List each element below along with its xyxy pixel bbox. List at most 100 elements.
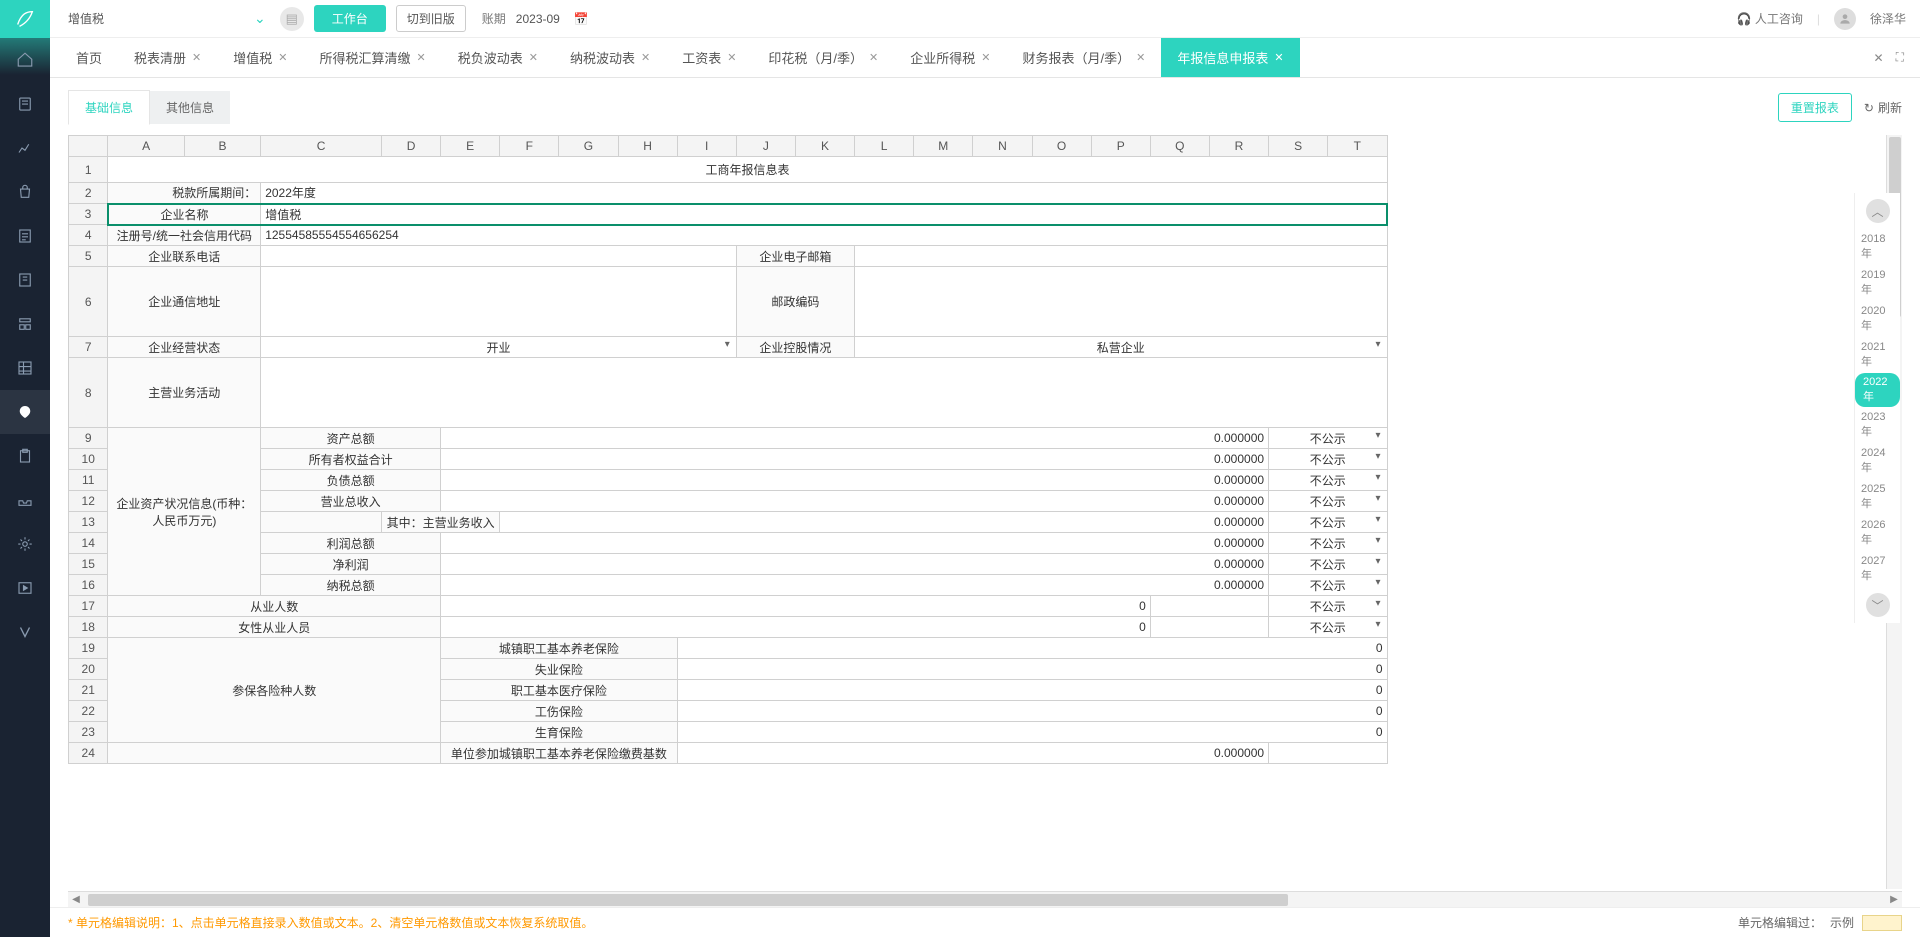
col-header-T[interactable]: T: [1328, 136, 1387, 157]
col-header-B[interactable]: B: [184, 136, 260, 157]
row-header-12[interactable]: 12: [69, 491, 108, 512]
fin-value-2[interactable]: 0.000000: [441, 470, 1269, 491]
fin-value-0[interactable]: 0.000000: [441, 428, 1269, 449]
col-header-K[interactable]: K: [795, 136, 854, 157]
year-2021年[interactable]: 2021年: [1855, 337, 1900, 373]
tab-2[interactable]: 增值税✕: [217, 38, 303, 77]
subtab-basic[interactable]: 基础信息: [68, 90, 150, 125]
row-header-8[interactable]: 8: [69, 358, 108, 428]
year-2023年[interactable]: 2023年: [1855, 407, 1900, 443]
col-header-M[interactable]: M: [914, 136, 973, 157]
reset-button[interactable]: 重置报表: [1778, 93, 1852, 122]
col-header-N[interactable]: N: [973, 136, 1032, 157]
tab-8[interactable]: 企业所得税✕: [894, 38, 1006, 77]
tab-close-icon[interactable]: ✕: [1136, 51, 1145, 64]
nav-play-icon[interactable]: [0, 566, 50, 610]
emp-blank[interactable]: [1150, 596, 1268, 617]
subtab-other[interactable]: 其他信息: [150, 91, 230, 124]
row-header-15[interactable]: 15: [69, 554, 108, 575]
year-2022年[interactable]: 2022年: [1855, 373, 1900, 407]
emp-pub[interactable]: 不公示: [1269, 596, 1387, 617]
workbench-button[interactable]: 工作台: [314, 5, 386, 32]
row-header-2[interactable]: 2: [69, 183, 108, 204]
year-2018年[interactable]: 2018年: [1855, 229, 1900, 265]
avatar[interactable]: [1834, 8, 1856, 30]
fin-pub-1[interactable]: 不公示: [1269, 449, 1387, 470]
row-header-14[interactable]: 14: [69, 533, 108, 554]
fin-value-6[interactable]: 0.000000: [441, 554, 1269, 575]
holding-select[interactable]: 私营企业: [855, 337, 1387, 358]
fin-value-5[interactable]: 0.000000: [441, 533, 1269, 554]
refresh-button[interactable]: ↻ 刷新: [1864, 99, 1902, 116]
nav-list-icon[interactable]: [0, 214, 50, 258]
row-header-17[interactable]: 17: [69, 596, 108, 617]
fin-value-1[interactable]: 0.000000: [441, 449, 1269, 470]
fin-pub-0[interactable]: 不公示: [1269, 428, 1387, 449]
col-header-I[interactable]: I: [677, 136, 736, 157]
nav-template-icon[interactable]: [0, 302, 50, 346]
fin-pub-4[interactable]: 不公示: [1269, 512, 1387, 533]
col-header-L[interactable]: L: [855, 136, 914, 157]
col-header-J[interactable]: J: [736, 136, 795, 157]
col-header-P[interactable]: P: [1091, 136, 1150, 157]
tab-close-icon[interactable]: ✕: [869, 51, 878, 64]
year-2020年[interactable]: 2020年: [1855, 301, 1900, 337]
status-select[interactable]: 开业: [261, 337, 737, 358]
row-header-3[interactable]: 3: [69, 204, 108, 225]
base-value[interactable]: 0.000000: [677, 743, 1268, 764]
year-2024年[interactable]: 2024年: [1855, 443, 1900, 479]
col-header-O[interactable]: O: [1032, 136, 1091, 157]
row-header-11[interactable]: 11: [69, 470, 108, 491]
tab-close-all-icon[interactable]: ✕: [1874, 51, 1884, 65]
tab-expand-icon[interactable]: ⛶: [1896, 50, 1904, 65]
tab-3[interactable]: 所得税汇算清缴✕: [303, 38, 441, 77]
nav-form-icon[interactable]: [0, 258, 50, 302]
col-header-C[interactable]: C: [261, 136, 382, 157]
spreadsheet[interactable]: ABCDEFGHIJKLMNOPQRST 1工商年报信息表2税款所属期间：202…: [68, 135, 1886, 889]
row-header-19[interactable]: 19: [69, 638, 108, 659]
female-blank[interactable]: [1150, 617, 1268, 638]
tab-10[interactable]: 年报信息申报表✕: [1161, 38, 1299, 77]
row-header-6[interactable]: 6: [69, 267, 108, 337]
nav-chart-icon[interactable]: [0, 126, 50, 170]
nav-doc-icon[interactable]: [0, 82, 50, 126]
tab-close-icon[interactable]: ✕: [192, 51, 201, 64]
col-header-D[interactable]: D: [381, 136, 440, 157]
ins-value-1[interactable]: 0: [677, 659, 1387, 680]
row-header-21[interactable]: 21: [69, 680, 108, 701]
row-header-9[interactable]: 9: [69, 428, 108, 449]
nav-inbox-icon[interactable]: [0, 478, 50, 522]
tab-close-icon[interactable]: ✕: [727, 51, 736, 64]
row-header-7[interactable]: 7: [69, 337, 108, 358]
tab-close-icon[interactable]: ✕: [278, 51, 287, 64]
period-value[interactable]: 2022年度: [261, 183, 1387, 204]
female-pub[interactable]: 不公示: [1269, 617, 1387, 638]
tab-close-icon[interactable]: ✕: [981, 51, 990, 64]
col-header-F[interactable]: F: [500, 136, 559, 157]
nav-home-icon[interactable]: [0, 38, 50, 82]
fin-pub-6[interactable]: 不公示: [1269, 554, 1387, 575]
col-header-E[interactable]: E: [441, 136, 500, 157]
base-blank[interactable]: [1269, 743, 1387, 764]
nav-clip-icon[interactable]: [0, 434, 50, 478]
tab-0[interactable]: 首页: [60, 38, 118, 77]
col-header-H[interactable]: H: [618, 136, 677, 157]
year-down-icon[interactable]: ﹀: [1866, 593, 1890, 617]
row-header-18[interactable]: 18: [69, 617, 108, 638]
fin-pub-3[interactable]: 不公示: [1269, 491, 1387, 512]
year-2026年[interactable]: 2026年: [1855, 515, 1900, 551]
fin-pub-5[interactable]: 不公示: [1269, 533, 1387, 554]
row-header-1[interactable]: 1: [69, 157, 108, 183]
tab-5[interactable]: 纳税波动表✕: [554, 38, 666, 77]
tab-4[interactable]: 税负波动表✕: [442, 38, 554, 77]
row-header-23[interactable]: 23: [69, 722, 108, 743]
nav-bag-icon[interactable]: [0, 170, 50, 214]
emp-value[interactable]: 0: [441, 596, 1151, 617]
nav-gear-icon[interactable]: [0, 522, 50, 566]
company-dropdown[interactable]: 增值税 ⌄: [64, 10, 270, 27]
row-header-4[interactable]: 4: [69, 225, 108, 246]
horizontal-scrollbar[interactable]: ◀ ▶: [68, 891, 1902, 907]
ins-value-4[interactable]: 0: [677, 722, 1387, 743]
col-header-S[interactable]: S: [1269, 136, 1328, 157]
tab-7[interactable]: 印花税（月/季）✕: [752, 38, 894, 77]
